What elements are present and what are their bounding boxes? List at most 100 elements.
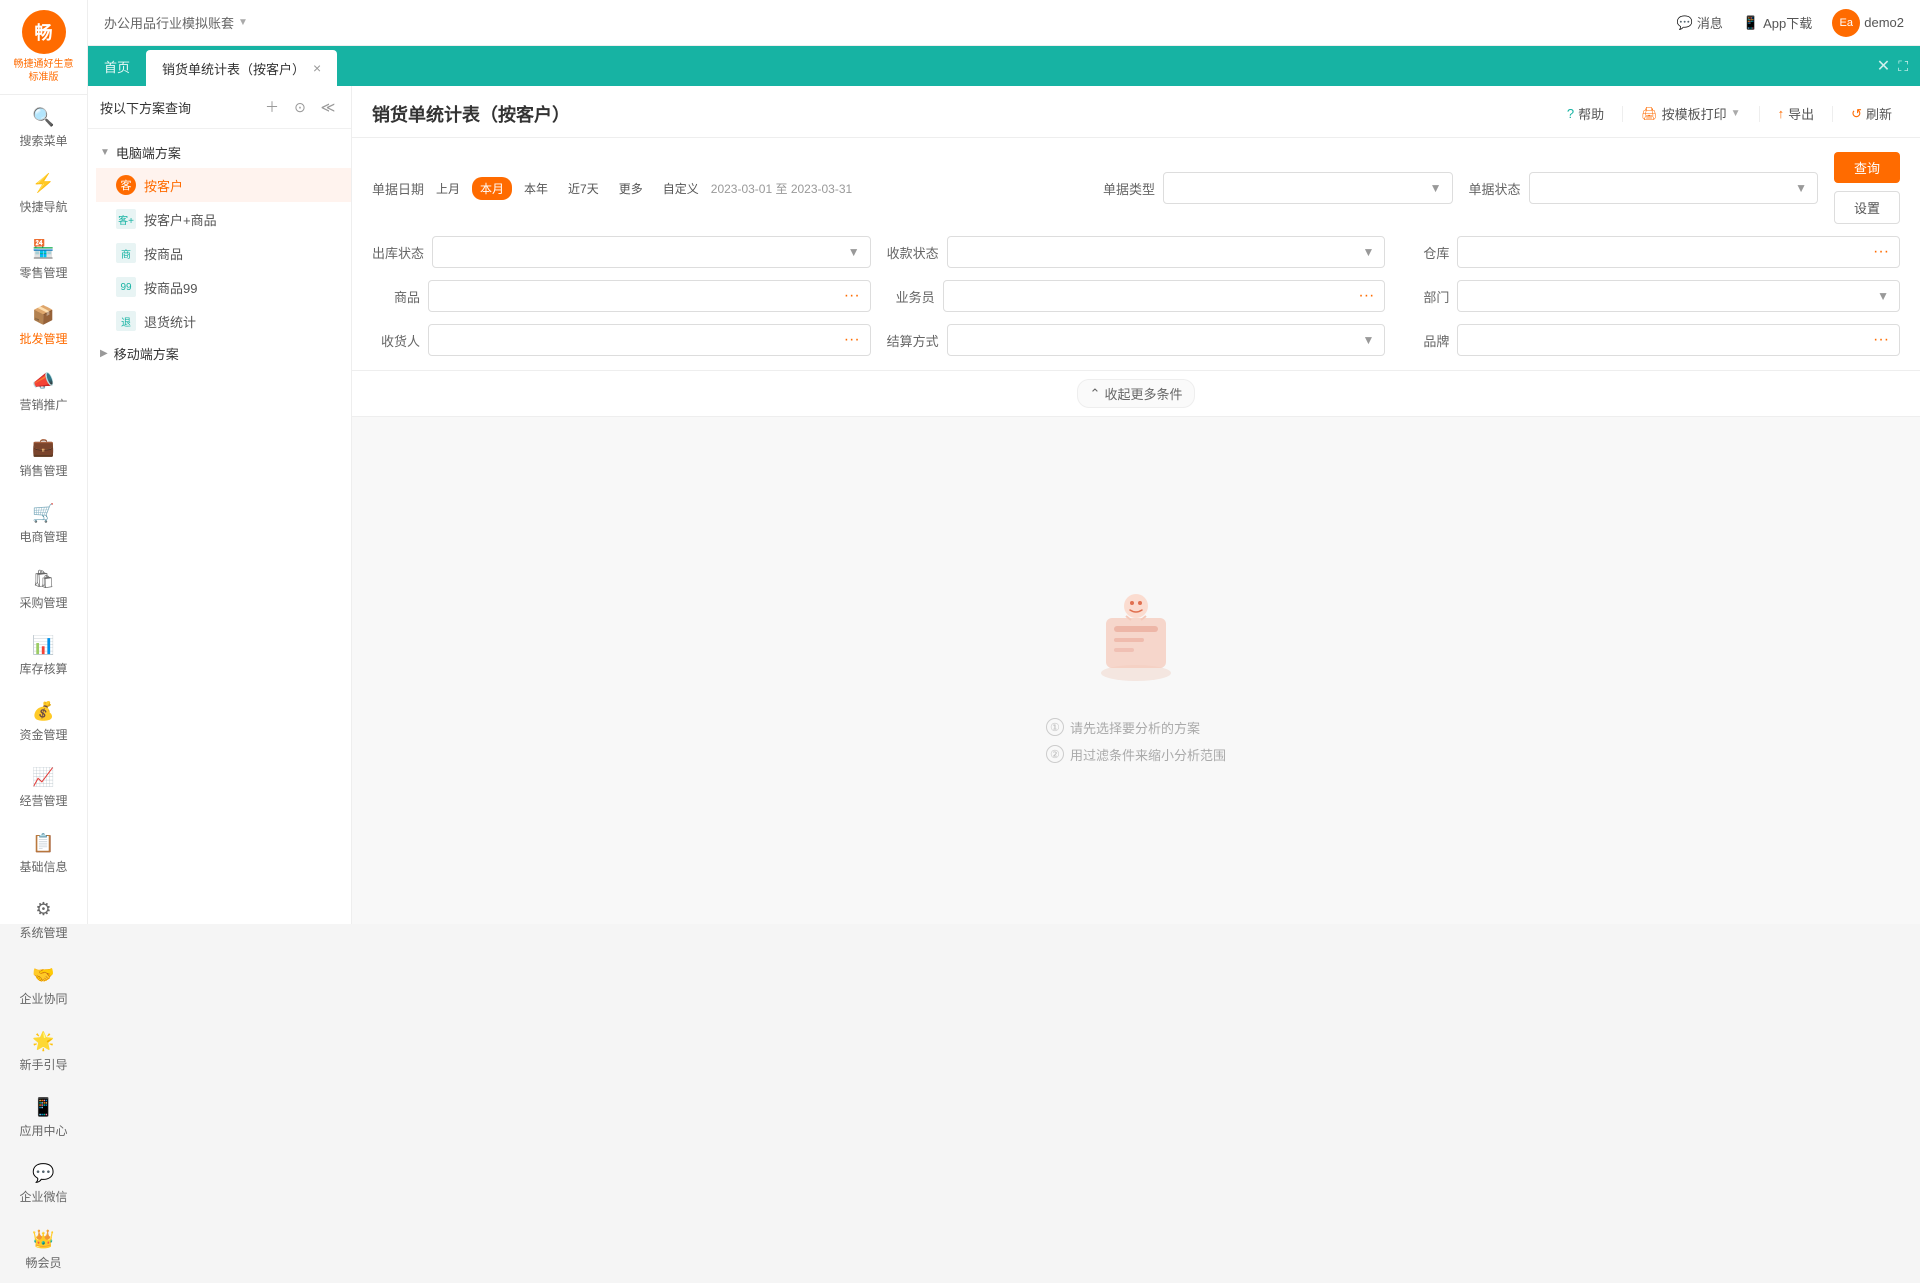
settings-button[interactable]: 设置 <box>1834 191 1900 224</box>
sidebar-item-vip[interactable]: 👑 畅会员 <box>0 1217 87 1283</box>
empty-state: ① 请先选择要分析的方案 ② 用过滤条件来缩小分析范围 <box>352 417 1920 924</box>
date-btn-more[interactable]: 更多 <box>611 177 651 200</box>
print-icon: 🖨 <box>1641 106 1658 122</box>
product-dots[interactable]: ··· <box>844 287 860 305</box>
sidebar-item-sales[interactable]: 💼 销售管理 <box>0 425 87 491</box>
out-status-control[interactable]: ▼ <box>432 236 871 268</box>
user-menu[interactable]: Ea demo2 <box>1832 9 1904 37</box>
scheme-section-mobile: ▶ 移动端方案 <box>88 338 351 369</box>
sidebar-item-quicknav[interactable]: ⚡ 快捷导航 <box>0 161 87 227</box>
dept-control[interactable]: ▼ <box>1457 280 1900 312</box>
maximize-icon[interactable]: ⛶ <box>1898 58 1908 75</box>
collapse-panel-button[interactable]: ≪ <box>317 96 339 118</box>
sidebar-item-basic[interactable]: 📋 基础信息 <box>0 821 87 887</box>
scheme-tree: ▼ 电脑端方案 客 按客户 客+ 按客户+商品 商 <box>88 129 351 377</box>
query-button[interactable]: 查询 <box>1834 152 1900 183</box>
doc-status-control[interactable]: ▼ <box>1529 172 1818 204</box>
sales-icon: 💼 <box>32 437 54 458</box>
help-button[interactable]: ? 帮助 <box>1559 100 1612 127</box>
left-panel-header: 按以下方案查询 ＋ ⊙ ≪ <box>88 86 351 129</box>
sidebar-item-retail[interactable]: 🏪 零售管理 <box>0 227 87 293</box>
refresh-button[interactable]: ↺ 刷新 <box>1843 100 1900 127</box>
enterprise-icon: 🤝 <box>32 965 54 986</box>
filter-item-doc-status: 单据状态 ▼ <box>1469 172 1819 204</box>
sidebar-item-wechat[interactable]: 💬 企业微信 <box>0 1151 87 1217</box>
dropdown-arrow-icon: ▼ <box>238 17 248 28</box>
date-btn-last-month[interactable]: 上月 <box>428 177 468 200</box>
sidebar-item-stock[interactable]: 📊 库存核算 <box>0 623 87 689</box>
close-window-icon[interactable]: ✕ <box>1877 56 1890 76</box>
purchase-icon: 🛍 <box>32 569 55 590</box>
hint-num-1: ① <box>1046 718 1064 736</box>
date-btn-this-month[interactable]: 本月 <box>472 177 512 200</box>
vip-icon: 👑 <box>32 1229 54 1250</box>
scheme-section-desktop-header[interactable]: ▼ 电脑端方案 <box>88 137 351 168</box>
sidebar-item-wholesale[interactable]: 📦 批发管理 <box>0 293 87 359</box>
sidebar-item-enterprise[interactable]: 🤝 企业协同 <box>0 953 87 1019</box>
app-download-button[interactable]: 📱 App下载 <box>1743 13 1812 32</box>
brand-control[interactable]: ··· <box>1457 324 1900 356</box>
date-btn-7days[interactable]: 近7天 <box>560 177 607 200</box>
retail-icon: 🏪 <box>32 239 54 260</box>
export-button[interactable]: ↑ 导出 <box>1770 100 1823 127</box>
scheme-item-by-customer[interactable]: 客 按客户 <box>96 168 351 202</box>
sidebar-item-finance[interactable]: 💰 资金管理 <box>0 689 87 755</box>
sidebar-item-search[interactable]: 🔍 搜索菜单 <box>0 95 87 161</box>
staff-dots[interactable]: ··· <box>1358 287 1374 305</box>
hint-num-2: ② <box>1046 745 1064 763</box>
tab-close-button[interactable]: × <box>313 60 321 76</box>
receiver-label: 收货人 <box>372 331 420 350</box>
tab-home[interactable]: 首页 <box>88 46 146 86</box>
payment-method-control[interactable]: ▼ <box>947 324 1386 356</box>
product-control[interactable]: ··· <box>428 280 871 312</box>
warehouse-control[interactable]: ··· <box>1457 236 1900 268</box>
marketing-icon: 📣 <box>32 371 54 392</box>
collapse-icon: ⌃ <box>1090 386 1101 402</box>
payment-status-control[interactable]: ▼ <box>947 236 1386 268</box>
sidebar-item-marketing[interactable]: 📣 营销推广 <box>0 359 87 425</box>
warehouse-dots[interactable]: ··· <box>1873 243 1889 261</box>
template-print-button[interactable]: 🖨 按模板打印 ▼ <box>1633 100 1748 127</box>
sidebar-item-system[interactable]: ⚙ 系统管理 <box>0 887 87 953</box>
receiver-dots[interactable]: ··· <box>844 331 860 349</box>
company-selector[interactable]: 办公用品行业模拟账套 ▼ <box>104 13 248 32</box>
scheme-item-icon-active: 客 <box>116 175 136 195</box>
scheme-section-mobile-header[interactable]: ▶ 移动端方案 <box>88 338 351 369</box>
scheme-item-by-product[interactable]: 商 按商品 <box>96 236 351 270</box>
doc-type-label: 单据类型 <box>1103 179 1155 198</box>
collapse-button[interactable]: ⌃ 收起更多条件 <box>1077 379 1196 408</box>
ecommerce-icon: 🛒 <box>32 503 54 524</box>
tab-maximize-area: ✕ ⛶ <box>1877 56 1920 76</box>
message-button[interactable]: 💬 消息 <box>1677 13 1723 32</box>
date-range-text: 2023-03-01 至 2023-03-31 <box>711 180 852 197</box>
scheme-item-icon-sq3: 99 <box>116 277 136 297</box>
scheme-item-by-product99[interactable]: 99 按商品99 <box>96 270 351 304</box>
tab-active[interactable]: 销货单统计表（按客户） × <box>146 50 337 86</box>
main-area: 办公用品行业模拟账套 ▼ 💬 消息 📱 App下载 Ea demo2 首页 <box>88 0 1920 924</box>
sidebar-item-purchase[interactable]: 🛍 采购管理 <box>0 557 87 623</box>
message-icon: 💬 <box>1677 15 1693 31</box>
sidebar-item-newbie[interactable]: 🌟 新手引导 <box>0 1019 87 1085</box>
staff-control[interactable]: ··· <box>943 280 1386 312</box>
scheme-item-icon-sq4: 退 <box>116 311 136 331</box>
sidebar-item-appcenter[interactable]: 📱 应用中心 <box>0 1085 87 1151</box>
date-btn-this-year[interactable]: 本年 <box>516 177 556 200</box>
settings-scheme-button[interactable]: ⊙ <box>289 96 311 118</box>
brand-dots[interactable]: ··· <box>1873 331 1889 349</box>
help-icon: ? <box>1567 106 1574 121</box>
scheme-item-return-stats[interactable]: 退 退货统计 <box>96 304 351 338</box>
add-scheme-button[interactable]: ＋ <box>261 96 283 118</box>
sidebar-item-operations[interactable]: 📈 经营管理 <box>0 755 87 821</box>
scheme-item-by-customer-product[interactable]: 客+ 按客户+商品 <box>96 202 351 236</box>
date-btn-custom[interactable]: 自定义 <box>655 177 707 200</box>
expand-icon-mobile: ▶ <box>100 348 108 359</box>
content-area: 按以下方案查询 ＋ ⊙ ≪ ▼ 电脑端方案 客 <box>88 86 1920 924</box>
basic-icon: 📋 <box>32 833 54 854</box>
doc-type-control[interactable]: ▼ <box>1163 172 1452 204</box>
query-button-group: 查询 设置 <box>1834 152 1900 224</box>
search-icon: 🔍 <box>32 107 54 128</box>
filter-area: 单据日期 上月 本月 本年 近7天 更多 自定义 2023-03-01 至 20… <box>352 138 1920 371</box>
receiver-control[interactable]: ··· <box>428 324 871 356</box>
date-range-control[interactable]: 上月 本月 本年 近7天 更多 自定义 2023-03-01 至 2023-03… <box>428 177 852 200</box>
sidebar-item-ecommerce[interactable]: 🛒 电商管理 <box>0 491 87 557</box>
